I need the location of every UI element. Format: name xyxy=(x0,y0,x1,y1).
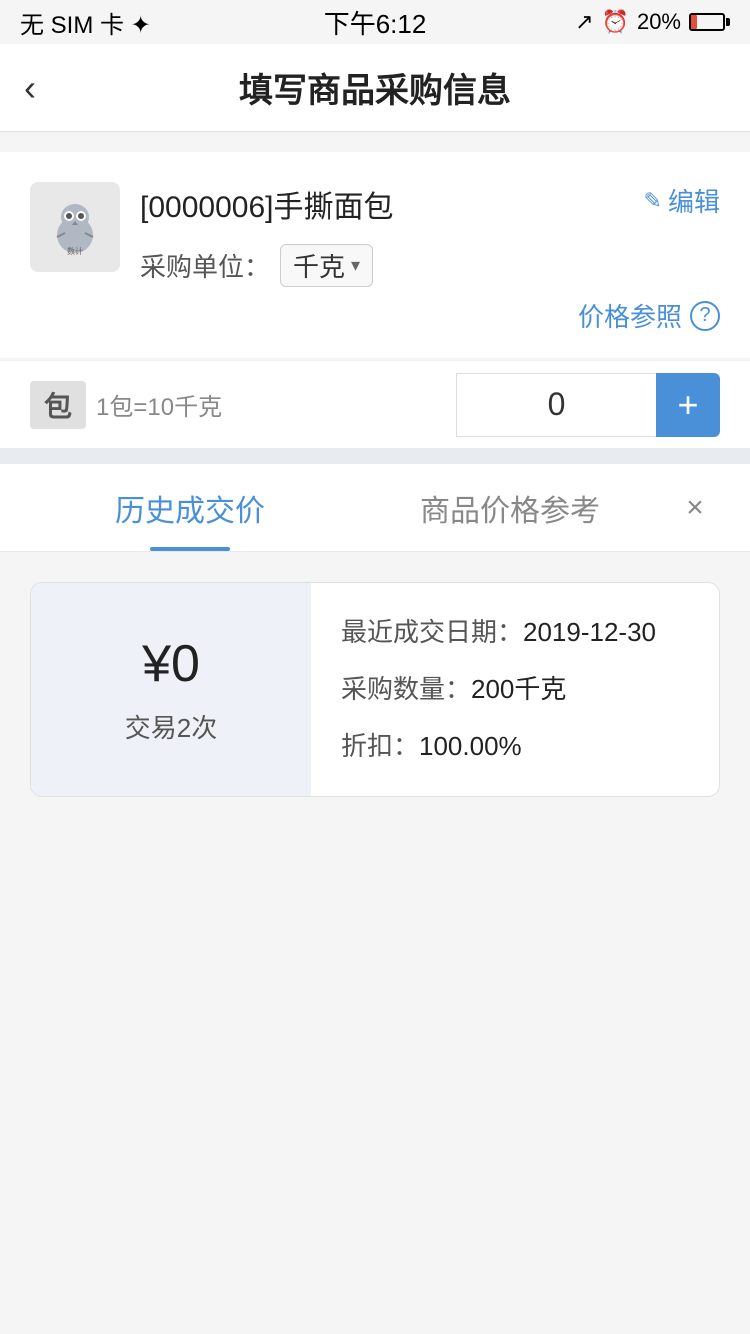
price-ref-row: 价格参照 ? xyxy=(30,297,720,334)
tab-reference-label: 商品价格参考 xyxy=(420,486,600,530)
quantity-input[interactable]: 0 xyxy=(456,373,656,437)
price-detail-discount-label: 折扣： xyxy=(341,731,419,761)
history-content: ¥0 交易2次 最近成交日期：2019-12-30 采购数量：200千克 折扣：… xyxy=(0,552,750,1152)
quantity-plus-button[interactable]: + xyxy=(656,373,720,437)
product-id: [0000006] xyxy=(140,191,273,224)
product-title: 手撕面包 xyxy=(273,191,393,224)
price-detail-qty: 采购数量：200千克 xyxy=(341,670,689,709)
product-unit-row: 采购单位： 千克 ▾ xyxy=(140,244,393,287)
svg-text:数计: 数计 xyxy=(67,246,83,256)
price-trades: 交易2次 xyxy=(125,708,217,745)
back-button[interactable]: ‹ xyxy=(24,67,36,109)
unit-value: 千克 xyxy=(293,247,345,284)
quantity-label: 包 1包=10千克 xyxy=(30,381,222,429)
quantity-control: 0 + xyxy=(456,373,720,437)
price-detail-date-value: 2019-12-30 xyxy=(523,617,656,647)
unit-label: 采购单位： xyxy=(140,247,270,284)
edit-button[interactable]: ✎ 编辑 xyxy=(644,182,720,219)
unit-dropdown-arrow: ▾ xyxy=(351,255,360,276)
no-sim-text: 无 SIM 卡 ✦ xyxy=(20,5,151,40)
alarm-icon: ⏰ xyxy=(602,9,629,35)
status-bar: 无 SIM 卡 ✦ 下午6:12 ↗ ⏰ 20% xyxy=(0,0,750,44)
brand-logo-icon: 数计 xyxy=(45,197,105,257)
battery-percent: 20% xyxy=(637,9,681,35)
unit-selector[interactable]: 千克 ▾ xyxy=(280,244,373,287)
price-ref-help-icon[interactable]: ? xyxy=(690,301,720,331)
price-detail-discount-value: 100.00% xyxy=(419,731,522,761)
status-right-group: ↗ ⏰ 20% xyxy=(575,9,730,35)
status-carrier: 无 SIM 卡 ✦ xyxy=(20,5,151,40)
product-info: [0000006]手撕面包 采购单位： 千克 ▾ xyxy=(140,182,393,287)
qty-unit-badge: 包 xyxy=(30,381,86,429)
price-detail-date-label: 最近成交日期： xyxy=(341,617,523,647)
page-title: 填写商品采购信息 xyxy=(239,63,511,112)
edit-icon: ✎ xyxy=(644,188,662,214)
price-detail-qty-value: 200千克 xyxy=(471,674,566,704)
price-detail-qty-label: 采购数量： xyxy=(341,674,471,704)
qty-conversion: 1包=10千克 xyxy=(96,387,222,422)
tab-history-underline xyxy=(150,547,230,551)
tab-close-button[interactable]: × xyxy=(670,483,720,533)
price-detail-discount: 折扣：100.00% xyxy=(341,727,689,766)
location-icon: ↗ xyxy=(575,9,593,35)
price-detail-date: 最近成交日期：2019-12-30 xyxy=(341,613,689,652)
product-header: 数计 [0000006]手撕面包 采购单位： 千克 ▾ ✎ xyxy=(30,182,720,287)
product-name: [0000006]手撕面包 xyxy=(140,182,393,226)
product-image: 数计 xyxy=(45,197,105,257)
tabs-row: 历史成交价 商品价格参考 × xyxy=(0,464,750,552)
quantity-row: 包 1包=10千克 0 + xyxy=(0,360,750,448)
section-divider xyxy=(0,448,750,464)
tab-history-label: 历史成交价 xyxy=(115,486,265,530)
price-card: ¥0 交易2次 最近成交日期：2019-12-30 采购数量：200千克 折扣：… xyxy=(30,582,720,797)
status-time: 下午6:12 xyxy=(324,4,427,41)
product-left: 数计 [0000006]手撕面包 采购单位： 千克 ▾ xyxy=(30,182,644,287)
product-card: 数计 [0000006]手撕面包 采购单位： 千克 ▾ ✎ xyxy=(0,152,750,358)
edit-label: 编辑 xyxy=(668,182,720,219)
product-thumbnail: 数计 xyxy=(30,182,120,272)
price-card-left: ¥0 交易2次 xyxy=(31,583,311,796)
price-amount: ¥0 xyxy=(142,634,200,694)
tab-reference[interactable]: 商品价格参考 xyxy=(350,464,670,551)
tab-history[interactable]: 历史成交价 xyxy=(30,464,350,551)
battery-icon xyxy=(689,13,730,31)
nav-bar: ‹ 填写商品采购信息 xyxy=(0,44,750,132)
price-ref-link[interactable]: 价格参照 xyxy=(578,297,682,334)
price-card-right: 最近成交日期：2019-12-30 采购数量：200千克 折扣：100.00% xyxy=(311,583,719,796)
